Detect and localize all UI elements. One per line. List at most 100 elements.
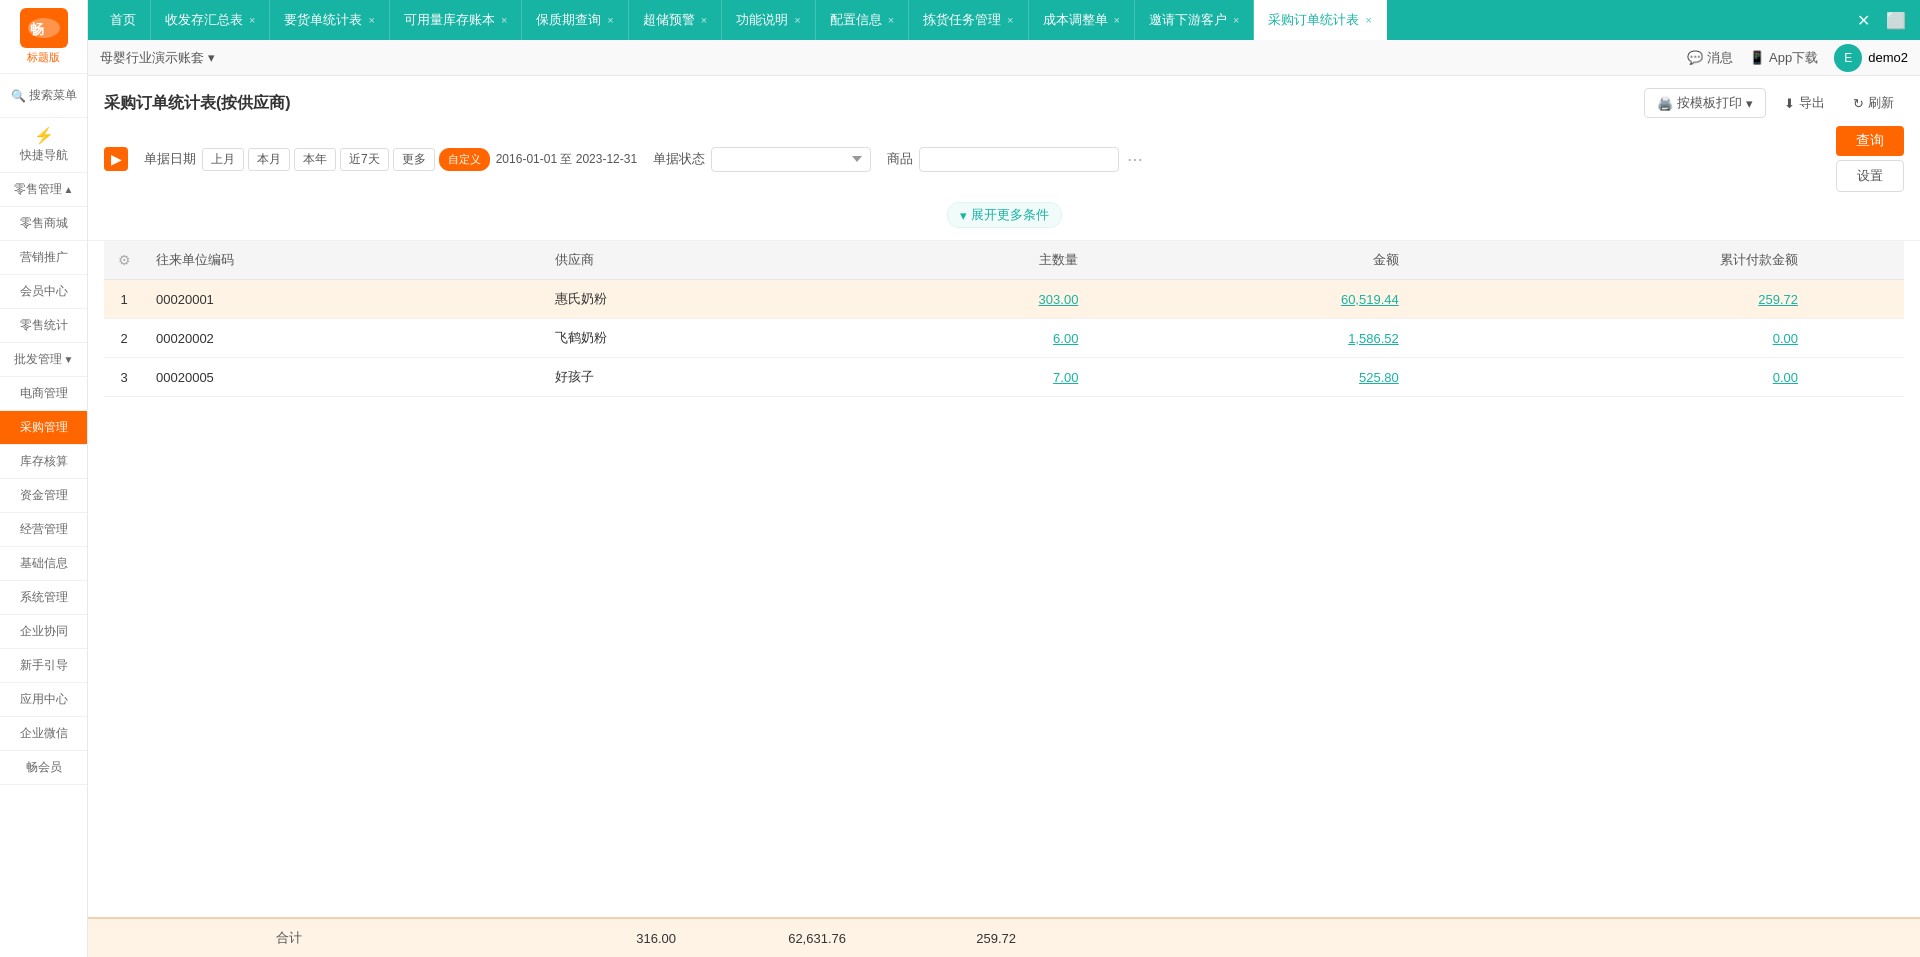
query-button[interactable]: 查询: [1836, 126, 1904, 156]
date-btn-7days[interactable]: 近7天: [340, 148, 389, 171]
filter-expand-row: ▾ 展开更多条件: [104, 198, 1904, 232]
tab-close-receive-send[interactable]: ×: [249, 14, 255, 26]
sidebar-item-system[interactable]: 系统管理: [0, 581, 87, 615]
cell-paid[interactable]: 259.72: [1411, 280, 1810, 319]
filter-row-1: ▶ 单据日期 上月 本月 本年 近7天 更多 自定义 2016-01-01 至 …: [104, 126, 1904, 192]
print-button[interactable]: 🖨️ 按模板打印 ▾: [1644, 88, 1766, 118]
sidebar-item-member2[interactable]: 畅会员: [0, 751, 87, 785]
sidebar-item-inventory[interactable]: 库存核算: [0, 445, 87, 479]
sidebar-item-retail[interactable]: 零售管理 ▲: [0, 173, 87, 207]
cell-paid[interactable]: 0.00: [1411, 358, 1810, 397]
tab-close-pick-task[interactable]: ×: [1007, 14, 1013, 26]
cell-supplier: 惠氏奶粉: [543, 280, 841, 319]
arrow-down-icon-wholesale: ▼: [64, 354, 74, 365]
breadcrumb: 母婴行业演示账套 ▾: [100, 49, 215, 67]
quick-nav-icon: ⚡: [34, 126, 54, 145]
tab-close-function-desc[interactable]: ×: [794, 14, 800, 26]
sidebar-item-member[interactable]: 会员中心: [0, 275, 87, 309]
footer-total-label: 合计: [276, 929, 456, 947]
tab-close-config-info[interactable]: ×: [888, 14, 894, 26]
col-settings: ⚙: [104, 241, 144, 280]
sidebar-item-retail-stat[interactable]: 零售统计: [0, 309, 87, 343]
sidebar: 畅 标题版 🔍 搜索菜单 ⚡ 快捷导航 零售管理 ▲ 零售商城 营销推广 会员中…: [0, 0, 88, 957]
tab-req-summary[interactable]: 要货单统计表 ×: [270, 0, 389, 40]
search-menu-area[interactable]: 🔍 搜索菜单: [0, 74, 87, 118]
sidebar-item-app-center[interactable]: 应用中心: [0, 683, 87, 717]
table-header-row: ⚙ 往来单位编码 供应商 主数量 金额 累计付款金额: [104, 241, 1904, 280]
maximize-window-button[interactable]: ⬜: [1880, 7, 1912, 34]
tab-receive-send[interactable]: 收发存汇总表 ×: [151, 0, 270, 40]
sidebar-item-ecommerce[interactable]: 电商管理: [0, 377, 87, 411]
tab-purchase-summary[interactable]: 采购订单统计表 ×: [1254, 0, 1386, 40]
arrow-down-icon: ▲: [64, 184, 74, 195]
settings-button[interactable]: 设置: [1836, 160, 1904, 192]
sidebar-item-enterprise[interactable]: 企业协同: [0, 615, 87, 649]
expand-conditions-button[interactable]: ▾ 展开更多条件: [947, 202, 1062, 228]
date-btn-last-month[interactable]: 上月: [202, 148, 244, 171]
tab-close-req-summary[interactable]: ×: [368, 14, 374, 26]
search-menu-button[interactable]: 🔍 搜索菜单: [6, 82, 81, 109]
date-btn-this-year[interactable]: 本年: [294, 148, 336, 171]
tab-close-cost-adjust[interactable]: ×: [1114, 14, 1120, 26]
user-info[interactable]: E demo2: [1834, 44, 1908, 72]
sidebar-item-retail-store[interactable]: 零售商城: [0, 207, 87, 241]
tab-close-purchase-summary[interactable]: ×: [1365, 14, 1371, 26]
message-action[interactable]: 💬 消息: [1687, 49, 1733, 67]
cell-paid[interactable]: 0.00: [1411, 319, 1810, 358]
date-filter-label: 单据日期: [144, 150, 196, 168]
cell-supplier: 飞鹤奶粉: [543, 319, 841, 358]
date-btn-custom[interactable]: 自定义: [439, 148, 490, 171]
topbar: 首页 收发存汇总表 × 要货单统计表 × 可用量库存账本 × 保质期查询 × 超…: [88, 0, 1920, 40]
date-btn-more[interactable]: 更多: [393, 148, 435, 171]
sidebar-item-marketing[interactable]: 营销推广: [0, 241, 87, 275]
sidebar-item-purchase[interactable]: 采购管理: [0, 411, 87, 445]
column-settings-icon[interactable]: ⚙: [118, 252, 131, 268]
tab-close-overstock[interactable]: ×: [701, 14, 707, 26]
filter-toggle-button[interactable]: ▶: [104, 147, 128, 171]
cell-amount[interactable]: 60,519.44: [1090, 280, 1410, 319]
tab-config-info[interactable]: 配置信息 ×: [816, 0, 909, 40]
message-icon: 💬: [1687, 50, 1703, 65]
sidebar-item-wechat[interactable]: 企业微信: [0, 717, 87, 751]
cell-amount[interactable]: 1,586.52: [1090, 319, 1410, 358]
tab-stock-ledger[interactable]: 可用量库存账本 ×: [390, 0, 522, 40]
header-right-actions: 💬 消息 📱 App下载 E demo2: [1687, 44, 1908, 72]
date-btn-this-month[interactable]: 本月: [248, 148, 290, 171]
cell-extra: [1810, 358, 1904, 397]
cell-amount[interactable]: 525.80: [1090, 358, 1410, 397]
data-table: ⚙ 往来单位编码 供应商 主数量 金额 累计付款金额 1 00020001 惠氏…: [104, 241, 1904, 397]
cell-extra: [1810, 280, 1904, 319]
date-range-display: 2016-01-01 至 2023-12-31: [496, 151, 637, 168]
cell-quantity[interactable]: 6.00: [841, 319, 1091, 358]
sidebar-item-new-guide[interactable]: 新手引导: [0, 649, 87, 683]
tab-close-stock-ledger[interactable]: ×: [501, 14, 507, 26]
sidebar-item-operation[interactable]: 经营管理: [0, 513, 87, 547]
sidebar-item-quick-nav[interactable]: ⚡ 快捷导航: [0, 118, 87, 173]
tab-function-desc[interactable]: 功能说明 ×: [722, 0, 815, 40]
tab-invite-downstream[interactable]: 邀请下游客户 ×: [1135, 0, 1254, 40]
account-selector[interactable]: 母婴行业演示账套 ▾: [100, 49, 215, 67]
goods-filter-label: 商品: [887, 150, 913, 168]
goods-more-icon[interactable]: ⋯: [1127, 150, 1143, 169]
sidebar-item-wholesale[interactable]: 批发管理 ▼: [0, 343, 87, 377]
tab-close-invite-downstream[interactable]: ×: [1233, 14, 1239, 26]
tab-pick-task[interactable]: 拣货任务管理 ×: [909, 0, 1028, 40]
close-window-button[interactable]: ✕: [1851, 7, 1876, 34]
app-download-action[interactable]: 📱 App下载: [1749, 49, 1818, 67]
cell-quantity[interactable]: 7.00: [841, 358, 1091, 397]
cell-no: 3: [104, 358, 144, 397]
goods-input[interactable]: [919, 147, 1119, 172]
tab-cost-adjust[interactable]: 成本调整单 ×: [1029, 0, 1135, 40]
main-area: 首页 收发存汇总表 × 要货单统计表 × 可用量库存账本 × 保质期查询 × 超…: [88, 0, 1920, 957]
sidebar-item-basic-info[interactable]: 基础信息: [0, 547, 87, 581]
status-select[interactable]: [711, 147, 871, 172]
tab-close-expiry-query[interactable]: ×: [607, 14, 613, 26]
refresh-button[interactable]: ↻ 刷新: [1843, 89, 1904, 117]
tab-overstock[interactable]: 超储预警 ×: [629, 0, 722, 40]
tab-expiry-query[interactable]: 保质期查询 ×: [522, 0, 628, 40]
tab-home[interactable]: 首页: [96, 0, 151, 40]
cell-quantity[interactable]: 303.00: [841, 280, 1091, 319]
export-button[interactable]: ⬇ 导出: [1774, 89, 1835, 117]
sidebar-item-finance[interactable]: 资金管理: [0, 479, 87, 513]
search-icon: 🔍: [11, 89, 26, 103]
